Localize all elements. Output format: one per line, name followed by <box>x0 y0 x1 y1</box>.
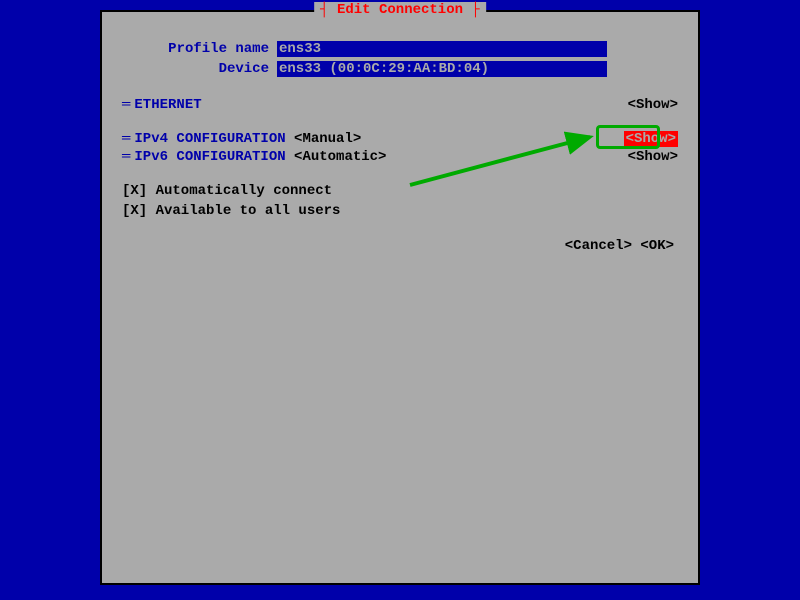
device-input[interactable]: ens33 (00:0C:29:AA:BD:04) <box>277 61 607 77</box>
ipv6-mode-button[interactable]: <Automatic> <box>294 149 386 165</box>
dialog-title: ┤ Edit Connection ├ <box>314 2 486 18</box>
ipv4-show-button[interactable]: <Show> <box>624 131 678 147</box>
all-users-row: [X] Available to all users <box>122 202 678 220</box>
auto-connect-row: [X] Automatically connect <box>122 182 678 200</box>
device-label: Device <box>122 61 277 77</box>
ok-button[interactable]: <OK> <box>640 238 674 254</box>
ipv6-show-button[interactable]: <Show> <box>628 149 678 165</box>
edit-connection-dialog: ┤ Edit Connection ├ Profile name ens33 D… <box>100 10 700 585</box>
ethernet-show-button[interactable]: <Show> <box>628 97 678 113</box>
profile-name-input[interactable]: ens33 <box>277 41 607 57</box>
ipv6-label: IPv6 CONFIGURATION <box>134 149 285 165</box>
cancel-button[interactable]: <Cancel> <box>565 238 632 254</box>
device-row: Device ens33 (00:0C:29:AA:BD:04) <box>122 60 678 78</box>
section-marker-icon: ═ <box>122 131 130 147</box>
section-marker-icon: ═ <box>122 149 130 165</box>
dialog-content: Profile name ens33 Device ens33 (00:0C:2… <box>102 12 698 272</box>
ipv4-mode-button[interactable]: <Manual> <box>294 131 361 147</box>
dialog-button-bar: <Cancel> <OK> <box>122 238 678 254</box>
all-users-checkbox[interactable]: [X] Available to all users <box>122 203 340 219</box>
profile-name-label: Profile name <box>122 41 277 57</box>
ethernet-row: ═ ETHERNET <Show> <box>122 96 678 114</box>
ipv4-row: ═ IPv4 CONFIGURATION <Manual> <Show> <box>122 130 678 148</box>
ethernet-label: ETHERNET <box>134 97 201 113</box>
auto-connect-checkbox[interactable]: [X] Automatically connect <box>122 183 332 199</box>
ipv6-row: ═ IPv6 CONFIGURATION <Automatic> <Show> <box>122 148 678 166</box>
section-marker-icon: ═ <box>122 97 130 113</box>
ipv4-label: IPv4 CONFIGURATION <box>134 131 285 147</box>
profile-name-row: Profile name ens33 <box>122 40 678 58</box>
